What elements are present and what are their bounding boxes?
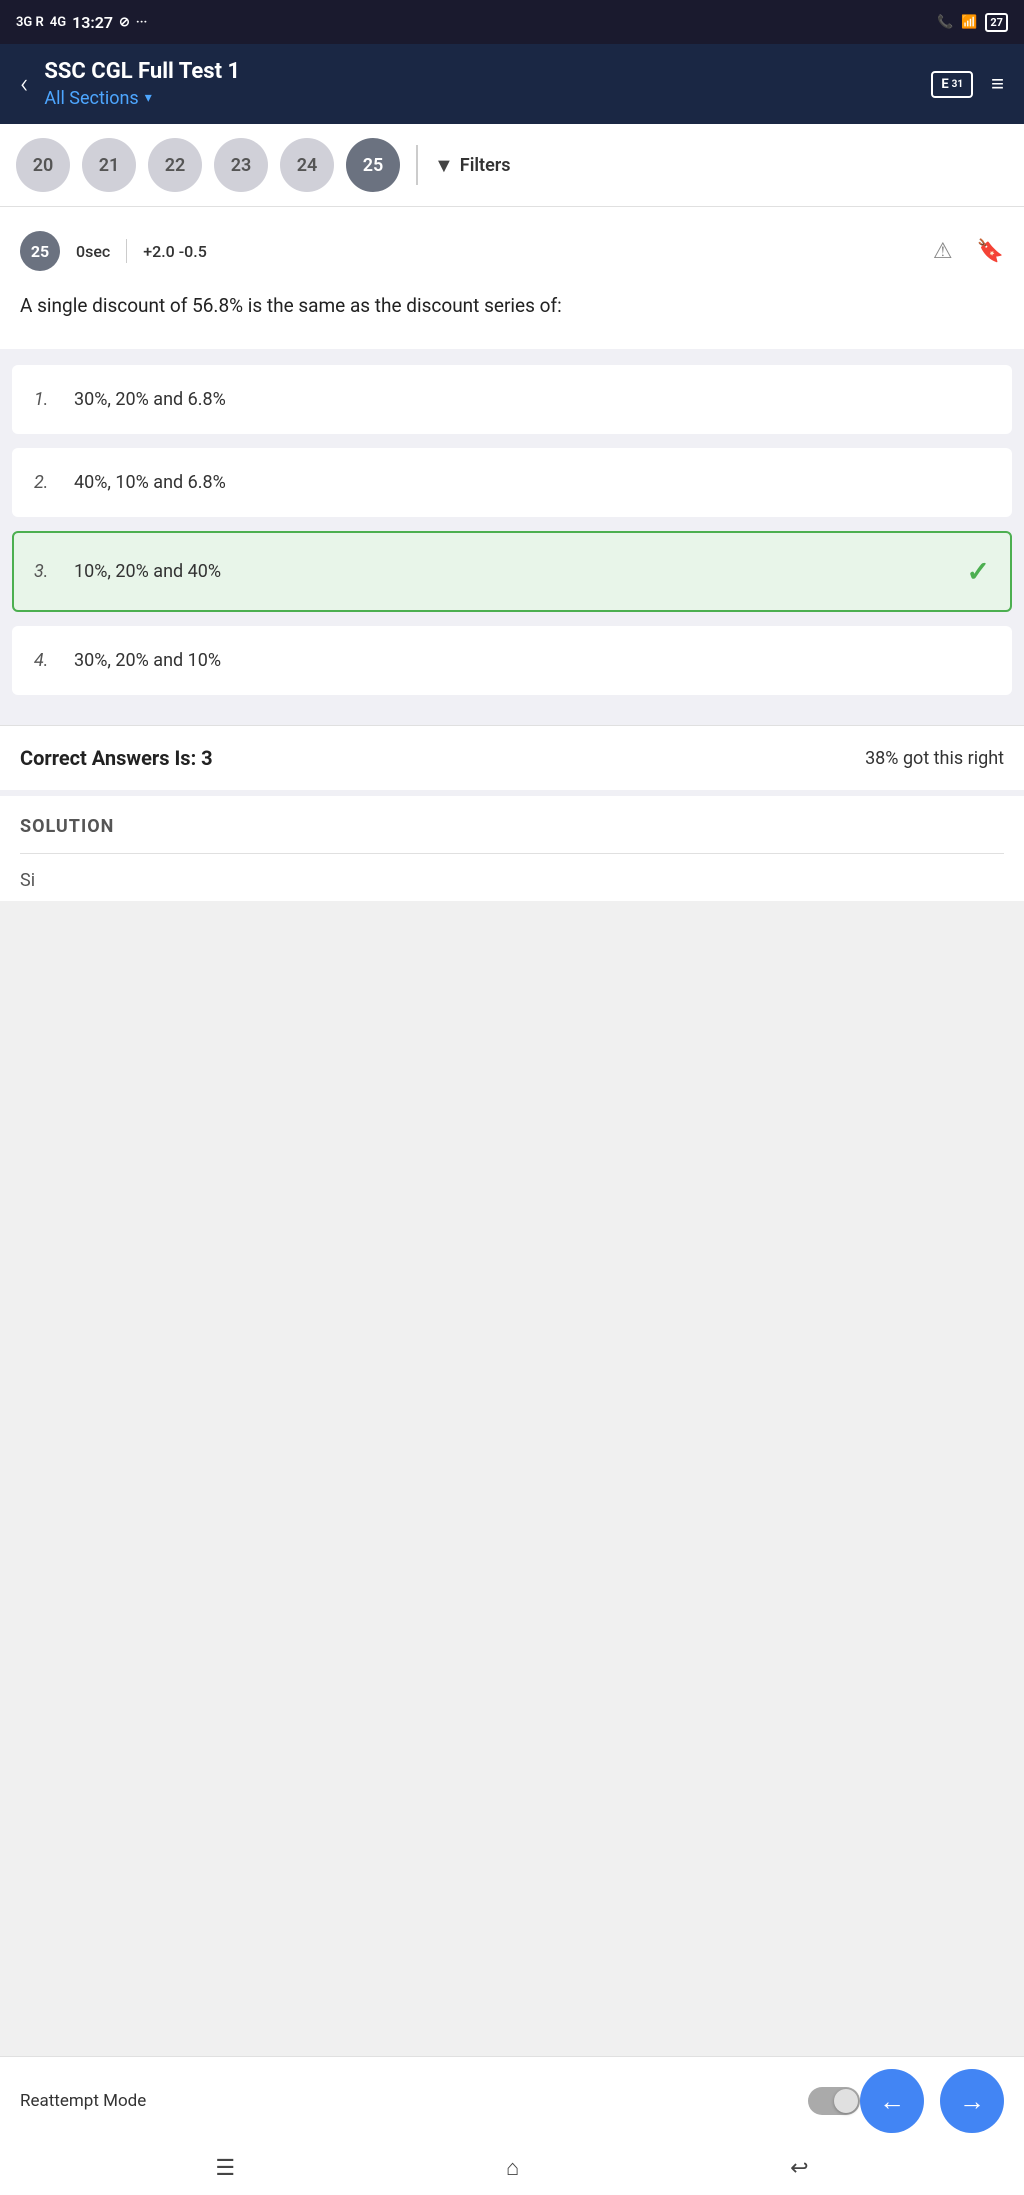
nav-divider xyxy=(416,145,418,185)
filter-icon: ▼ xyxy=(434,153,454,178)
option-1-number: 1. xyxy=(34,389,58,410)
call-icon: 📞 xyxy=(937,15,953,30)
do-not-disturb-icon: ⊘ xyxy=(119,15,130,30)
reattempt-side: Reattempt Mode xyxy=(20,2087,860,2115)
question-time: 0sec xyxy=(76,242,110,261)
question-marks: +2.0 -0.5 xyxy=(143,242,207,261)
correct-answer-label: Correct Answers Is: 3 xyxy=(20,746,213,770)
got-right-stat: 38% got this right xyxy=(865,748,1004,769)
time-label: 13:27 xyxy=(72,13,113,32)
status-bar: 3G R 4G 13:27 ⊘ ··· 📞 📶 27 xyxy=(0,0,1024,44)
exam-badge: E 31 xyxy=(931,71,973,98)
option-4-number: 4. xyxy=(34,650,58,671)
system-home-icon[interactable]: ⌂ xyxy=(506,2155,519,2181)
exam-badge-number: 31 xyxy=(952,79,963,90)
next-button[interactable]: → xyxy=(940,2069,1004,2133)
bottom-bar: Reattempt Mode ← → ☰ ⌂ ↩ xyxy=(0,2056,1024,2195)
question-number-badge: 25 xyxy=(20,231,60,271)
section-label: All Sections xyxy=(44,88,138,109)
dots-icon: ··· xyxy=(136,15,147,30)
bottom-spacer xyxy=(0,901,1024,1061)
carrier2-label: 4G xyxy=(50,15,66,30)
solution-text-partial: Si xyxy=(20,870,1004,891)
alert-icon[interactable]: ⚠ xyxy=(933,239,953,264)
option-1[interactable]: 1. 30%, 20% and 6.8% xyxy=(12,365,1012,434)
arrow-side: ← → xyxy=(860,2069,1004,2133)
system-back-icon[interactable]: ↩ xyxy=(790,2156,808,2181)
filters-label: Filters xyxy=(460,155,511,176)
option-2-number: 2. xyxy=(34,472,58,493)
question-meta: 25 0sec +2.0 -0.5 ⚠ 🔖 xyxy=(20,231,1004,271)
option-4-text: 30%, 20% and 10% xyxy=(74,650,990,671)
reattempt-toggle[interactable] xyxy=(808,2087,860,2115)
solution-heading: SOLUTION xyxy=(20,816,1004,837)
header-actions: E 31 ≡ xyxy=(931,71,1004,98)
reattempt-label: Reattempt Mode xyxy=(20,2091,796,2111)
chevron-down-icon: ▾ xyxy=(145,90,152,106)
bottom-controls-row: Reattempt Mode ← → xyxy=(0,2057,1024,2145)
option-1-text: 30%, 20% and 6.8% xyxy=(74,389,990,410)
prev-button[interactable]: ← xyxy=(860,2069,924,2133)
option-3-text: 10%, 20% and 40% xyxy=(74,561,951,582)
header-title-block: SSC CGL Full Test 1 All Sections ▾ xyxy=(44,59,915,108)
wifi-icon: 📶 xyxy=(961,15,977,30)
q-nav-21[interactable]: 21 xyxy=(82,138,136,192)
option-3-number: 3. xyxy=(34,561,58,582)
status-right: 📞 📶 27 xyxy=(937,13,1008,32)
options-area: 1. 30%, 20% and 6.8% 2. 40%, 10% and 6.8… xyxy=(0,349,1024,725)
filters-button[interactable]: ▼ Filters xyxy=(434,153,511,178)
q-nav-20[interactable]: 20 xyxy=(16,138,70,192)
question-text: A single discount of 56.8% is the same a… xyxy=(20,291,1004,321)
system-menu-icon[interactable]: ☰ xyxy=(215,2156,235,2181)
option-2[interactable]: 2. 40%, 10% and 6.8% xyxy=(12,448,1012,517)
q-nav-22[interactable]: 22 xyxy=(148,138,202,192)
menu-button[interactable]: ≡ xyxy=(991,71,1004,97)
solution-divider xyxy=(20,853,1004,854)
battery-label: 27 xyxy=(985,13,1008,32)
back-button[interactable]: ‹ xyxy=(20,70,28,98)
carrier1-label: 3G R xyxy=(16,15,44,30)
test-title: SSC CGL Full Test 1 xyxy=(44,59,915,85)
meta-divider xyxy=(126,239,127,263)
exam-badge-letter: E xyxy=(941,77,948,92)
header: ‹ SSC CGL Full Test 1 All Sections ▾ E 3… xyxy=(0,44,1024,124)
bookmark-icon[interactable]: 🔖 xyxy=(977,239,1004,264)
question-nav-bar: 20 21 22 23 24 25 ▼ Filters xyxy=(0,124,1024,207)
q-nav-24[interactable]: 24 xyxy=(280,138,334,192)
status-left: 3G R 4G 13:27 ⊘ ··· xyxy=(16,13,147,32)
solution-section: SOLUTION Si xyxy=(0,790,1024,901)
option-3[interactable]: 3. 10%, 20% and 40% ✓ xyxy=(12,531,1012,612)
option-2-text: 40%, 10% and 6.8% xyxy=(74,472,990,493)
toggle-knob xyxy=(834,2089,858,2113)
correct-checkmark-icon: ✓ xyxy=(967,555,990,588)
q-nav-23[interactable]: 23 xyxy=(214,138,268,192)
section-selector[interactable]: All Sections ▾ xyxy=(44,88,915,109)
option-4[interactable]: 4. 30%, 20% and 10% xyxy=(12,626,1012,695)
question-area: 25 0sec +2.0 -0.5 ⚠ 🔖 A single discount … xyxy=(0,207,1024,349)
answer-stats: Correct Answers Is: 3 38% got this right xyxy=(0,725,1024,790)
q-nav-25[interactable]: 25 xyxy=(346,138,400,192)
system-nav-bar: ☰ ⌂ ↩ xyxy=(0,2145,1024,2195)
